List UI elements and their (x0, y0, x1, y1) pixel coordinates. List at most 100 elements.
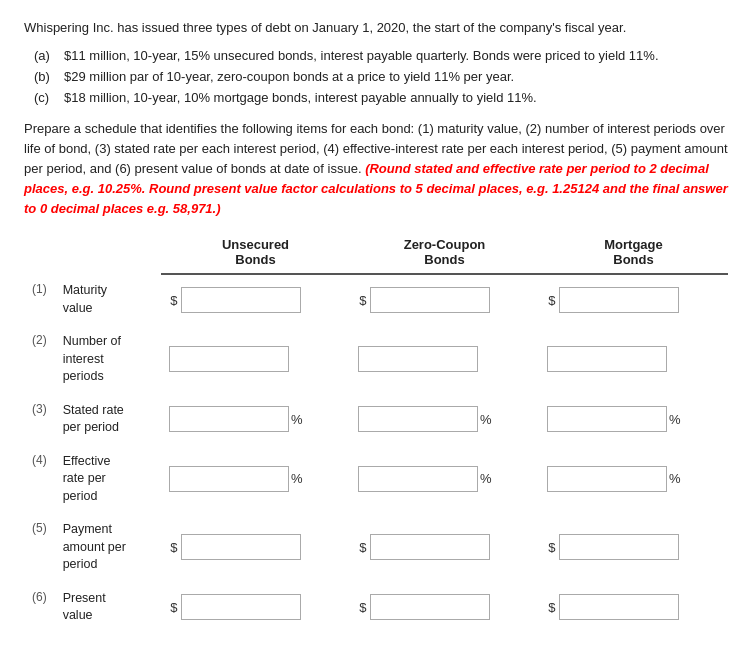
zerocoupon-payment-cell: $ (350, 513, 539, 582)
unsecured-effective-input[interactable] (169, 466, 289, 492)
row-num-3: (3) (24, 394, 55, 445)
mortgage-effective-cell: % (539, 445, 728, 514)
list-label-b: (b) (34, 69, 64, 84)
mortgage-payment-cell: $ (539, 513, 728, 582)
zerocoupon-effective-suffix: % (480, 471, 492, 486)
unsecured-payment-wrap: $ (169, 534, 342, 560)
zerocoupon-stated-suffix: % (480, 412, 492, 427)
header-zerocoupon: Zero-CouponBonds (350, 233, 539, 274)
unsecured-pv-wrap: $ (169, 594, 342, 620)
unsecured-payment-prefix: $ (169, 540, 179, 555)
table-row: (2) Number ofinterestperiods (24, 325, 728, 394)
zerocoupon-maturity-wrap: $ (358, 287, 531, 313)
unsecured-maturity-wrap: $ (169, 287, 342, 313)
mortgage-stated-suffix: % (669, 412, 681, 427)
unsecured-stated-suffix: % (291, 412, 303, 427)
header-empty (24, 233, 161, 274)
zerocoupon-payment-wrap: $ (358, 534, 531, 560)
unsecured-maturity-cell: $ (161, 274, 350, 325)
zerocoupon-effective-cell: % (350, 445, 539, 514)
zerocoupon-stated-input[interactable] (358, 406, 478, 432)
unsecured-pv-input[interactable] (181, 594, 301, 620)
list-item-b: (b) $29 million par of 10-year, zero-cou… (24, 69, 728, 84)
header-mortgage: MortgageBonds (539, 233, 728, 274)
table-row: (3) Stated rateper period % % % (24, 394, 728, 445)
zerocoupon-pv-prefix: $ (358, 600, 368, 615)
zerocoupon-payment-prefix: $ (358, 540, 368, 555)
mortgage-pv-wrap: $ (547, 594, 720, 620)
unsecured-stated-wrap: % (169, 406, 342, 432)
mortgage-stated-input[interactable] (547, 406, 667, 432)
table-row: (6) Presentvalue $ $ $ (24, 582, 728, 633)
unsecured-stated-input[interactable] (169, 406, 289, 432)
unsecured-effective-wrap: % (169, 466, 342, 492)
mortgage-pv-input[interactable] (559, 594, 679, 620)
header-unsecured: UnsecuredBonds (161, 233, 350, 274)
row-num-4: (4) (24, 445, 55, 514)
unsecured-payment-input[interactable] (181, 534, 301, 560)
bonds-table: UnsecuredBonds Zero-CouponBonds Mortgage… (24, 233, 728, 633)
mortgage-payment-wrap: $ (547, 534, 720, 560)
mortgage-payment-prefix: $ (547, 540, 557, 555)
mortgage-effective-input[interactable] (547, 466, 667, 492)
zerocoupon-stated-wrap: % (358, 406, 531, 432)
row-label-maturity: Maturityvalue (55, 274, 161, 325)
zerocoupon-maturity-cell: $ (350, 274, 539, 325)
unsecured-pv-prefix: $ (169, 600, 179, 615)
zerocoupon-effective-input[interactable] (358, 466, 478, 492)
row-label-stated: Stated rateper period (55, 394, 161, 445)
row-num-1: (1) (24, 274, 55, 325)
mortgage-maturity-cell: $ (539, 274, 728, 325)
unsecured-periods-cell (161, 325, 350, 394)
unsecured-stated-cell: % (161, 394, 350, 445)
mortgage-stated-cell: % (539, 394, 728, 445)
zerocoupon-pv-cell: $ (350, 582, 539, 633)
unsecured-periods-wrap (169, 346, 342, 372)
unsecured-payment-cell: $ (161, 513, 350, 582)
zerocoupon-periods-input[interactable] (358, 346, 478, 372)
unsecured-pv-cell: $ (161, 582, 350, 633)
zerocoupon-maturity-input[interactable] (370, 287, 490, 313)
mortgage-maturity-prefix: $ (547, 293, 557, 308)
mortgage-maturity-input[interactable] (559, 287, 679, 313)
unsecured-maturity-input[interactable] (181, 287, 301, 313)
zerocoupon-maturity-prefix: $ (358, 293, 368, 308)
mortgage-periods-wrap (547, 346, 720, 372)
unsecured-effective-cell: % (161, 445, 350, 514)
list-label-c: (c) (34, 90, 64, 105)
mortgage-periods-input[interactable] (547, 346, 667, 372)
table-row: (5) Paymentamount perperiod $ $ $ (24, 513, 728, 582)
list-text-a: $11 million, 10-year, 15% unsecured bond… (64, 48, 659, 63)
zerocoupon-payment-input[interactable] (370, 534, 490, 560)
table-row: (1) Maturityvalue $ $ $ (24, 274, 728, 325)
zerocoupon-periods-cell (350, 325, 539, 394)
row-label-pv: Presentvalue (55, 582, 161, 633)
unsecured-periods-input[interactable] (169, 346, 289, 372)
row-num-5: (5) (24, 513, 55, 582)
list-item-a: (a) $11 million, 10-year, 15% unsecured … (24, 48, 728, 63)
unsecured-effective-suffix: % (291, 471, 303, 486)
unsecured-maturity-prefix: $ (169, 293, 179, 308)
row-label-periods: Number ofinterestperiods (55, 325, 161, 394)
mortgage-effective-suffix: % (669, 471, 681, 486)
zerocoupon-periods-wrap (358, 346, 531, 372)
row-label-effective: Effectiverate perperiod (55, 445, 161, 514)
table-row: (4) Effectiverate perperiod % % % (24, 445, 728, 514)
mortgage-stated-wrap: % (547, 406, 720, 432)
zerocoupon-pv-wrap: $ (358, 594, 531, 620)
zerocoupon-stated-cell: % (350, 394, 539, 445)
list-label-a: (a) (34, 48, 64, 63)
list-text-b: $29 million par of 10-year, zero-coupon … (64, 69, 514, 84)
row-label-payment: Paymentamount perperiod (55, 513, 161, 582)
instructions: Prepare a schedule that identifies the f… (24, 119, 728, 220)
list-item-c: (c) $18 million, 10-year, 10% mortgage b… (24, 90, 728, 105)
row-num-2: (2) (24, 325, 55, 394)
mortgage-maturity-wrap: $ (547, 287, 720, 313)
mortgage-pv-cell: $ (539, 582, 728, 633)
mortgage-payment-input[interactable] (559, 534, 679, 560)
intro-main: Whispering Inc. has issued three types o… (24, 18, 728, 38)
zerocoupon-pv-input[interactable] (370, 594, 490, 620)
mortgage-periods-cell (539, 325, 728, 394)
mortgage-effective-wrap: % (547, 466, 720, 492)
row-num-6: (6) (24, 582, 55, 633)
